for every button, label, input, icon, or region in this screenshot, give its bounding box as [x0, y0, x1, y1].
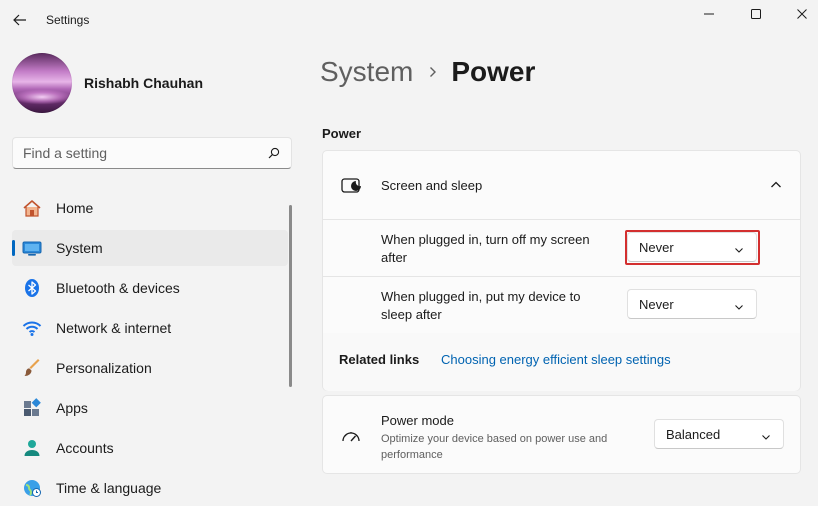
home-icon [22, 198, 42, 218]
breadcrumb: System Power [320, 54, 535, 90]
sleep-dropdown[interactable]: Never [627, 289, 757, 319]
back-arrow-icon [13, 14, 26, 26]
bluetooth-icon [22, 278, 42, 298]
sidebar-item-time-language[interactable]: Time & language [12, 470, 288, 506]
sidebar-item-accounts[interactable]: Accounts [12, 430, 288, 466]
power-mode-card: Power mode Optimize your device based on… [322, 395, 801, 474]
sidebar-item-home[interactable]: Home [12, 190, 288, 226]
close-icon [797, 9, 807, 19]
back-button[interactable] [10, 10, 30, 30]
sidebar-item-system[interactable]: System [12, 230, 288, 266]
user-name: Rishabh Chauhan [84, 75, 204, 91]
sidebar-item-label: Personalization [56, 360, 152, 376]
avatar [12, 53, 72, 113]
screen-off-label: When plugged in, turn off my screen afte… [381, 232, 590, 265]
search-icon [267, 146, 281, 160]
sidebar-item-label: Apps [56, 400, 88, 416]
breadcrumb-parent[interactable]: System [320, 56, 413, 88]
close-button[interactable] [779, 0, 818, 28]
apps-icon [22, 398, 42, 418]
power-mode-title: Power mode [381, 413, 454, 428]
sidebar-nav: Home System Bluetooth & devices Network … [12, 190, 288, 506]
highlight-box [625, 230, 760, 265]
system-icon [22, 238, 42, 258]
minimize-icon [704, 13, 714, 15]
maximize-button[interactable] [733, 0, 779, 28]
sidebar-item-personalization[interactable]: Personalization [12, 350, 288, 386]
sidebar-item-network[interactable]: Network & internet [12, 310, 288, 346]
screen-sleep-title: Screen and sleep [381, 178, 483, 193]
divider [323, 219, 800, 220]
power-mode-value: Balanced [666, 426, 721, 442]
app-title: Settings [46, 13, 90, 27]
sidebar-item-bluetooth[interactable]: Bluetooth & devices [12, 270, 288, 306]
sleep-value: Never [639, 296, 674, 312]
globe-icon [22, 478, 42, 498]
screen-sleep-card: Screen and sleep When plugged in, turn o… [322, 150, 801, 391]
sidebar-item-label: Accounts [56, 440, 114, 456]
minimize-button[interactable] [686, 0, 732, 28]
related-links-label: Related links [339, 352, 420, 367]
sidebar-item-label: Time & language [56, 480, 162, 496]
sidebar-item-apps[interactable]: Apps [12, 390, 288, 426]
screen-sleep-icon [341, 177, 361, 195]
wifi-icon [22, 318, 42, 338]
chevron-down-icon [761, 429, 771, 440]
sidebar-item-label: Bluetooth & devices [56, 280, 180, 296]
power-mode-icon [341, 428, 361, 444]
title-bar: Settings [0, 0, 818, 40]
maximize-icon [751, 9, 761, 19]
search-input[interactable] [23, 138, 267, 168]
accounts-icon [22, 438, 42, 458]
sidebar-scrollbar[interactable] [289, 205, 292, 387]
related-links: Related links Choosing energy efficient … [323, 333, 800, 391]
section-title: Power [322, 126, 362, 141]
sidebar-item-label: System [56, 240, 103, 256]
power-mode-description: Optimize your device based on power use … [381, 433, 608, 461]
sleep-label: When plugged in, put my device to sleep … [381, 289, 581, 322]
power-mode-dropdown[interactable]: Balanced [654, 419, 784, 449]
sidebar-item-label: Network & internet [56, 320, 172, 336]
chevron-right-icon [429, 66, 437, 78]
chevron-down-icon [734, 299, 744, 310]
chevron-up-icon[interactable] [769, 178, 783, 192]
brush-icon [22, 358, 42, 378]
screen-sleep-header[interactable]: Screen and sleep [323, 151, 800, 219]
page-title: Power [451, 56, 536, 87]
sidebar-item-label: Home [56, 200, 94, 216]
user-profile[interactable]: Rishabh Chauhan [12, 53, 203, 113]
divider [323, 276, 800, 277]
search-box[interactable] [12, 137, 292, 169]
energy-sleep-link[interactable]: Choosing energy efficient sleep settings [441, 352, 671, 367]
